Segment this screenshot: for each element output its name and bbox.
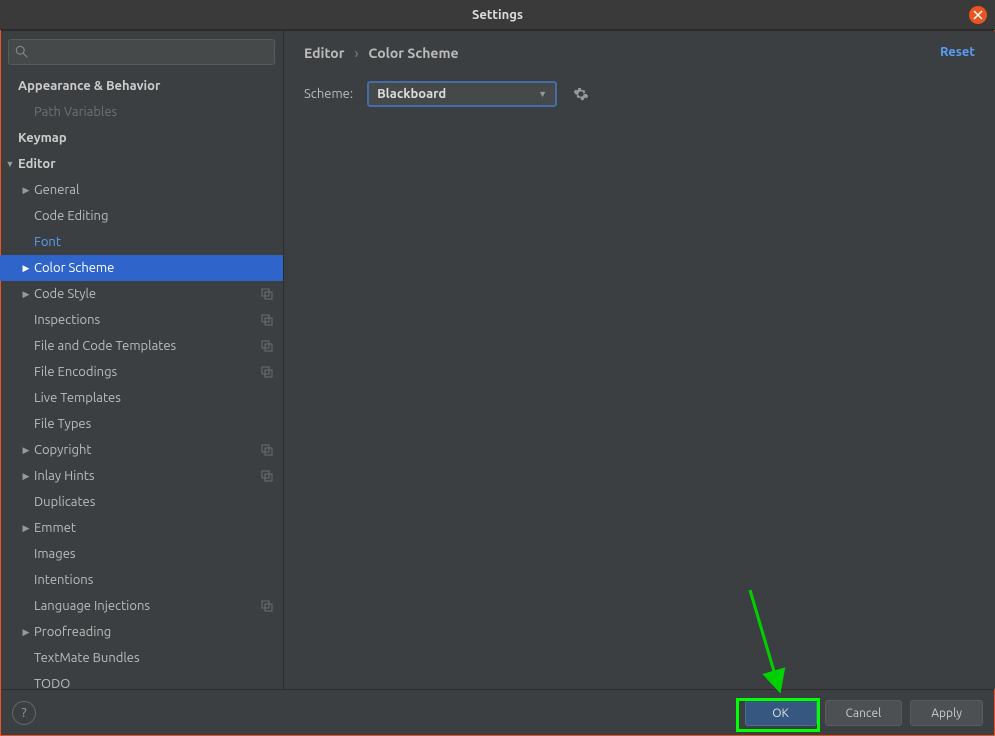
project-badge-icon: [261, 366, 273, 378]
search-box[interactable]: [8, 39, 275, 65]
scheme-label: Scheme:: [304, 87, 353, 101]
tree-item-label: Images: [34, 547, 273, 561]
reset-link[interactable]: Reset: [940, 45, 975, 59]
tree-item-language-injections[interactable]: Language Injections: [0, 593, 283, 619]
tree-item-textmate-bundles[interactable]: TextMate Bundles: [0, 645, 283, 671]
tree-item-emmet[interactable]: ▶Emmet: [0, 515, 283, 541]
tree-item-file-types[interactable]: File Types: [0, 411, 283, 437]
tree-item-label: TODO: [34, 677, 273, 689]
scheme-settings-button[interactable]: [571, 84, 591, 104]
tree-item-label: Intentions: [34, 573, 273, 587]
tree-item-code-style[interactable]: ▶Code Style: [0, 281, 283, 307]
tree-item-label: Path Variables: [34, 105, 273, 119]
tree-item-keymap[interactable]: Keymap: [0, 125, 283, 151]
tree-item-label: Inlay Hints: [34, 469, 261, 483]
arrow-down-icon: ▼: [4, 159, 16, 169]
project-badge-icon: [261, 340, 273, 352]
tree-item-color-scheme[interactable]: ▶Color Scheme: [0, 255, 283, 281]
content-area: Appearance & Behavior Path Variables Keyma…: [0, 30, 995, 690]
tree-item-live-templates[interactable]: Live Templates: [0, 385, 283, 411]
search-input[interactable]: [33, 45, 268, 59]
tree-item-code-editing[interactable]: Code Editing: [0, 203, 283, 229]
tree-item-label: File and Code Templates: [34, 339, 261, 353]
project-badge-icon: [261, 288, 273, 300]
arrow-right-icon: ▶: [20, 263, 32, 274]
search-icon: [15, 45, 29, 59]
tree-item-copyright[interactable]: ▶Copyright: [0, 437, 283, 463]
arrow-right-icon: ▶: [20, 185, 32, 196]
scheme-row: Scheme: Blackboard ▼: [304, 81, 975, 107]
tree-item-label: Language Injections: [34, 599, 261, 613]
breadcrumb-parent[interactable]: Editor: [304, 45, 344, 61]
tree-item-label: Font: [34, 235, 273, 249]
tree-item-inlay-hints[interactable]: ▶Inlay Hints: [0, 463, 283, 489]
tree-item-intentions[interactable]: Intentions: [0, 567, 283, 593]
tree-item-label: Duplicates: [34, 495, 273, 509]
project-badge-icon: [261, 600, 273, 612]
scheme-value: Blackboard: [377, 87, 446, 101]
tree-item-todo[interactable]: TODO: [0, 671, 283, 689]
tree-item-inspections[interactable]: Inspections: [0, 307, 283, 333]
arrow-right-icon: ▶: [20, 627, 32, 638]
tree-item-label: File Encodings: [34, 365, 261, 379]
help-button[interactable]: ?: [12, 701, 36, 725]
main-panel: Editor › Color Scheme Reset Scheme: Blac…: [284, 31, 995, 689]
tree-item-label: Editor: [18, 157, 273, 171]
project-badge-icon: [261, 314, 273, 326]
tree-item-label: Code Editing: [34, 209, 273, 223]
cancel-button[interactable]: Cancel: [825, 700, 903, 726]
chevron-down-icon: ▼: [538, 89, 547, 99]
tree-item-general[interactable]: ▶General: [0, 177, 283, 203]
project-badge-icon: [261, 470, 273, 482]
tree-item-label: TextMate Bundles: [34, 651, 273, 665]
window-title: Settings: [472, 8, 523, 22]
tree-item-label: Proofreading: [34, 625, 273, 639]
arrow-right-icon: ▶: [20, 445, 32, 456]
arrow-right-icon: ▶: [20, 523, 32, 534]
tree-item-file-and-code-templates[interactable]: File and Code Templates: [0, 333, 283, 359]
gear-icon: [573, 86, 589, 102]
titlebar: Settings: [0, 0, 995, 30]
tree-item-duplicates[interactable]: Duplicates: [0, 489, 283, 515]
tree-item-images[interactable]: Images: [0, 541, 283, 567]
breadcrumb: Editor › Color Scheme: [304, 45, 975, 61]
tree-item-label: Copyright: [34, 443, 261, 457]
tree-item-path-variables[interactable]: Path Variables: [0, 99, 283, 125]
tree-item-label: Keymap: [18, 131, 273, 145]
tree-item-proofreading[interactable]: ▶Proofreading: [0, 619, 283, 645]
tree-item-file-encodings[interactable]: File Encodings: [0, 359, 283, 385]
tree-item-label: Emmet: [34, 521, 273, 535]
arrow-right-icon: ▶: [20, 471, 32, 482]
tree-item-label: Color Scheme: [34, 261, 273, 275]
tree-item-label: Inspections: [34, 313, 261, 327]
tree-item-editor[interactable]: ▼Editor: [0, 151, 283, 177]
settings-tree[interactable]: Appearance & Behavior Path Variables Keyma…: [0, 73, 283, 689]
arrow-right-icon: ▶: [20, 289, 32, 300]
scheme-select[interactable]: Blackboard ▼: [367, 81, 557, 107]
sidebar: Appearance & Behavior Path Variables Keyma…: [0, 31, 284, 689]
tree-item-label: File Types: [34, 417, 273, 431]
tree-item-label: Code Style: [34, 287, 261, 301]
ok-button[interactable]: OK: [745, 700, 817, 726]
breadcrumb-separator: ›: [354, 45, 358, 61]
close-button[interactable]: [969, 6, 987, 24]
footer: ? OK Cancel Apply: [0, 690, 995, 736]
breadcrumb-current: Color Scheme: [368, 45, 458, 61]
tree-item-font[interactable]: Font: [0, 229, 283, 255]
project-badge-icon: [261, 444, 273, 456]
tree-item-label: Live Templates: [34, 391, 273, 405]
tree-item-label: Appearance & Behavior: [18, 79, 273, 93]
apply-button[interactable]: Apply: [910, 700, 983, 726]
close-icon: [973, 10, 983, 20]
tree-item-appearance-behavior[interactable]: Appearance & Behavior: [0, 73, 283, 99]
tree-item-label: General: [34, 183, 273, 197]
